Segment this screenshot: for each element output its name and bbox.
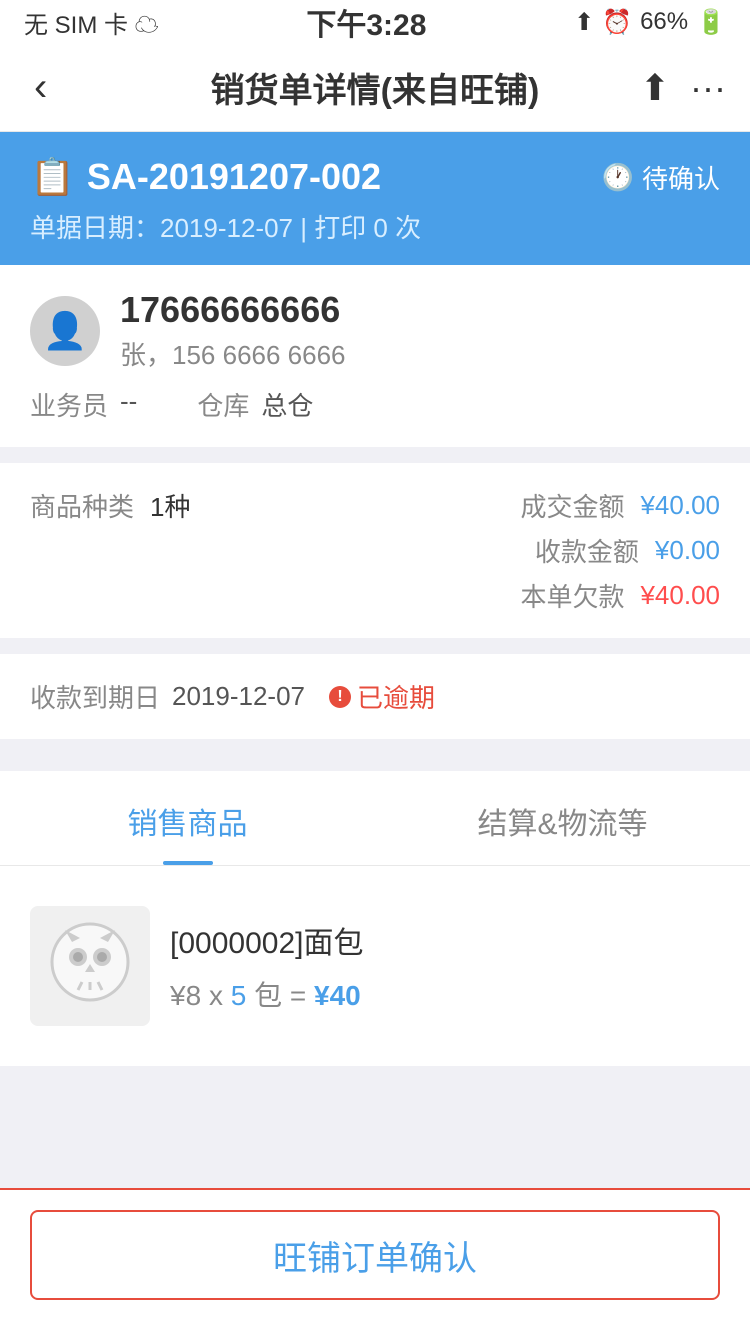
battery-text: 66%: [640, 8, 688, 36]
divider-2: [0, 638, 750, 654]
location-icon: ⬆: [574, 8, 594, 37]
overdue-badge: ! 已逾期: [329, 678, 435, 715]
more-icon[interactable]: ···: [690, 67, 726, 109]
confirm-button[interactable]: 旺铺订单确认: [30, 1210, 720, 1300]
status-time: 下午3:28: [306, 0, 426, 44]
tab-sales-products[interactable]: 销售商品: [0, 771, 375, 865]
product-multiply: x: [209, 980, 231, 1011]
customer-name: 张，156 6666 6666: [120, 335, 346, 372]
tab-settlement-label: 结算&物流等: [477, 808, 647, 841]
order-date: 单据日期：2019-12-07 | 打印 0 次: [30, 208, 720, 245]
alarm-icon: ⏰: [602, 8, 632, 37]
divider-1: [0, 447, 750, 463]
overdue-text: 已逾期: [357, 678, 435, 715]
no-sim-text: 无 SIM 卡 ☁: [24, 5, 159, 40]
order-header: 📋 SA-20191207-002 🕐 待确认 单据日期：2019-12-07 …: [0, 132, 750, 265]
product-list: [0000002]面包 ¥8 x 5 包 = ¥40: [0, 866, 750, 1066]
sales-person-value: --: [120, 386, 137, 423]
bottom-bar: 旺铺订单确认: [0, 1188, 750, 1334]
nav-right-actions: ⬆ ···: [640, 67, 726, 109]
debt-amount-value: ¥40.00: [640, 580, 720, 611]
status-bar: 无 SIM 卡 ☁ 下午3:28 ⬆ ⏰ 66% 🔋: [0, 0, 750, 44]
warehouse-label: 仓库: [197, 386, 249, 423]
product-type-value: 1种: [150, 487, 190, 524]
due-date-value: 2019-12-07: [172, 681, 305, 712]
deal-amount-value: ¥40.00: [640, 490, 720, 521]
product-equals: =: [290, 980, 314, 1011]
order-status-text: 待确认: [642, 159, 720, 196]
divider-3: [0, 739, 750, 755]
product-image: [30, 906, 150, 1026]
product-qty: 5: [231, 980, 247, 1011]
warehouse-value: 总仓: [261, 386, 313, 423]
product-type-label: 商品种类: [30, 487, 134, 524]
status-right: ⬆ ⏰ 66% 🔋: [574, 8, 726, 37]
receipt-amount-value: ¥0.00: [655, 535, 720, 566]
tabs-header: 销售商品 结算&物流等: [0, 771, 750, 866]
status-left: 无 SIM 卡 ☁: [24, 5, 159, 40]
warehouse-row: 仓库 总仓: [197, 386, 313, 423]
tabs-section: 销售商品 结算&物流等: [0, 771, 750, 1066]
customer-section: 👤 17666666666 张，156 6666 6666 业务员 -- 仓库 …: [0, 265, 750, 447]
share-icon[interactable]: ⬆: [640, 67, 670, 109]
due-date-label: 收款到期日: [30, 678, 160, 715]
product-calc: ¥8 x 5 包 = ¥40: [170, 974, 363, 1014]
back-button[interactable]: ‹: [24, 55, 57, 120]
tab-settlement[interactable]: 结算&物流等: [375, 771, 750, 865]
customer-avatar: 👤: [30, 296, 100, 366]
order-id-text: SA-20191207-002: [87, 156, 381, 198]
product-item: [0000002]面包 ¥8 x 5 包 = ¥40: [30, 886, 720, 1046]
product-logo-icon: [50, 922, 130, 1011]
product-price: ¥8: [170, 980, 201, 1011]
order-id: 📋 SA-20191207-002: [30, 156, 381, 198]
receipt-amount-label: 收款金额: [535, 532, 639, 569]
product-name: [0000002]面包: [170, 918, 363, 962]
order-status: 🕐 待确认: [602, 159, 720, 196]
status-clock-icon: 🕐: [602, 162, 634, 193]
product-total: ¥40: [314, 980, 361, 1011]
battery-icon: 🔋: [696, 8, 726, 37]
customer-phone: 17666666666: [120, 289, 346, 331]
order-icon: 📋: [30, 156, 75, 198]
deal-amount-label: 成交金额: [520, 487, 624, 524]
debt-amount-label: 本单欠款: [520, 577, 624, 614]
tab-sales-products-label: 销售商品: [128, 808, 248, 841]
sales-person-row: 业务员 --: [30, 386, 137, 423]
product-details: [0000002]面包 ¥8 x 5 包 = ¥40: [170, 918, 363, 1014]
summary-amounts: 成交金额 ¥40.00 收款金额 ¥0.00 本单欠款 ¥40.00: [520, 487, 720, 614]
product-unit: 包: [254, 980, 282, 1011]
product-type-row: 商品种类 1种: [30, 487, 190, 524]
page-title: 销货单详情(来自旺铺): [211, 63, 540, 112]
overdue-dot-icon: !: [329, 686, 351, 708]
avatar-icon: 👤: [43, 310, 88, 352]
summary-section: 商品种类 1种 成交金额 ¥40.00 收款金额 ¥0.00 本单欠款 ¥40.…: [0, 463, 750, 638]
nav-bar: ‹ 销货单详情(来自旺铺) ⬆ ···: [0, 44, 750, 132]
sales-person-label: 业务员: [30, 386, 108, 423]
confirm-button-label: 旺铺订单确认: [273, 1231, 477, 1280]
due-date-section: 收款到期日 2019-12-07 ! 已逾期: [0, 654, 750, 739]
